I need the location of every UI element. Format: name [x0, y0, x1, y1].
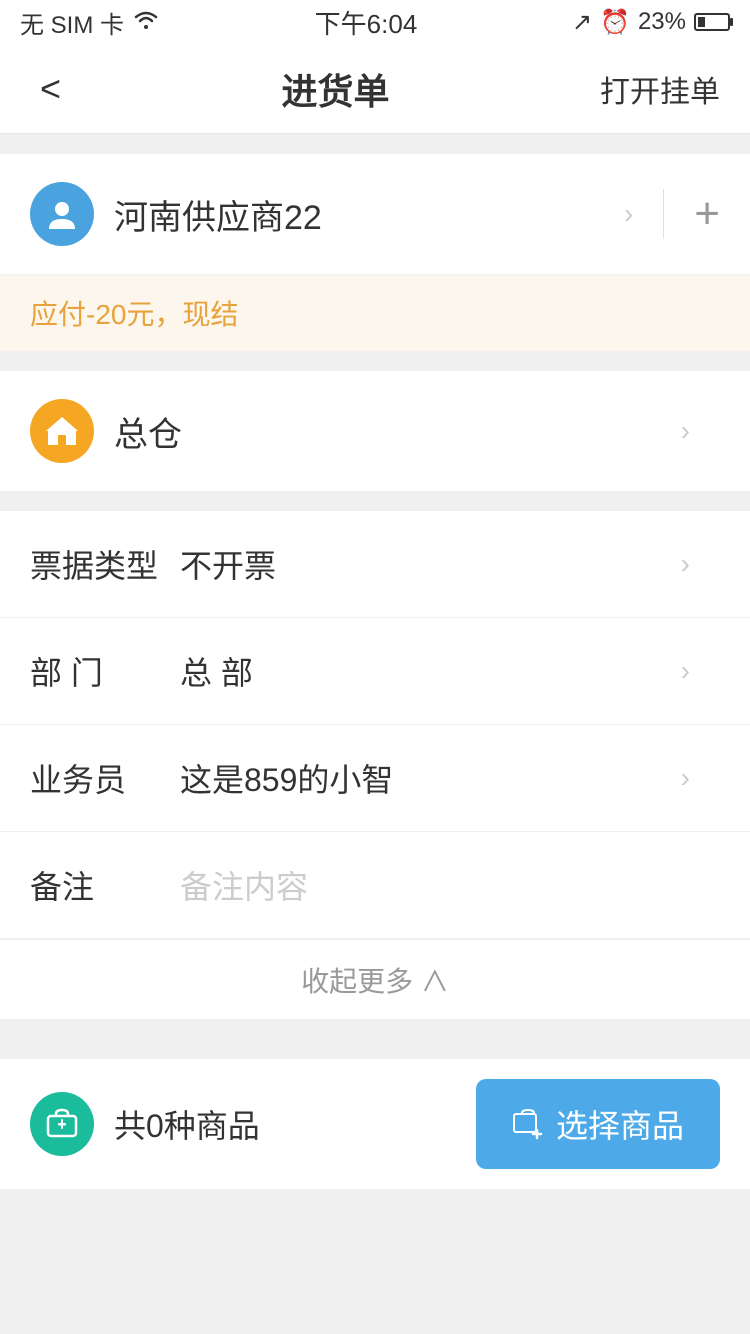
alarm-icon: ⏰ — [600, 8, 630, 37]
nav-bar: < 进货单 打开挂单 — [0, 44, 750, 134]
section-gap-4 — [0, 1019, 750, 1039]
form-value-remark[interactable]: 备注内容 — [160, 862, 720, 908]
warehouse-chevron-icon: › — [681, 415, 690, 447]
status-time: 下午6:04 — [315, 4, 418, 41]
product-icon — [30, 1092, 94, 1156]
form-row-ticket[interactable]: 票据类型 不开票 › — [0, 511, 750, 618]
section-gap-3 — [0, 491, 750, 511]
supplier-row[interactable]: 河南供应商22 › + — [0, 154, 750, 275]
form-row-dept[interactable]: 部 门 总 部 › — [0, 618, 750, 725]
back-button[interactable]: < — [30, 58, 71, 120]
ticket-chevron-icon: › — [681, 548, 690, 580]
form-label-salesperson: 业务员 — [30, 755, 160, 801]
battery-pct: 23% — [638, 8, 686, 36]
form-label-remark: 备注 — [30, 862, 160, 908]
battery-icon — [694, 13, 730, 31]
page-title: 进货单 — [282, 63, 390, 115]
bottom-bar: 共0种商品 选择商品 — [0, 1059, 750, 1189]
location-icon: ↗ — [572, 8, 592, 37]
form-value-ticket: 不开票 — [160, 541, 681, 587]
salesperson-chevron-icon: › — [681, 762, 690, 794]
form-row-salesperson[interactable]: 业务员 这是859的小智 › — [0, 725, 750, 832]
status-left: 无 SIM 卡 — [20, 5, 160, 40]
notice-bar: 应付-20元，现结 — [0, 275, 750, 351]
warehouse-card[interactable]: 总仓 › — [0, 371, 750, 491]
warehouse-name: 总仓 — [114, 407, 681, 456]
collapse-label: 收起更多 ∧ — [301, 960, 449, 1000]
add-supplier-button[interactable]: + — [694, 192, 720, 236]
supplier-card: 河南供应商22 › + 应付-20元，现结 — [0, 154, 750, 351]
carrier-label: 无 SIM 卡 — [20, 5, 124, 40]
section-gap-2 — [0, 351, 750, 371]
wifi-icon — [132, 8, 160, 36]
dept-chevron-icon: › — [681, 655, 690, 687]
product-count: 共0种商品 — [114, 1101, 476, 1147]
section-gap-1 — [0, 134, 750, 154]
select-product-label: 选择商品 — [556, 1101, 684, 1147]
notice-text: 应付-20元，现结 — [30, 299, 238, 330]
supplier-avatar — [30, 182, 94, 246]
main-content: 河南供应商22 › + 应付-20元，现结 总仓 › — [0, 134, 750, 1334]
supplier-divider — [663, 189, 664, 239]
warehouse-icon — [30, 399, 94, 463]
form-value-dept: 总 部 — [160, 648, 681, 694]
open-pending-button[interactable]: 打开挂单 — [600, 67, 720, 111]
warehouse-row[interactable]: 总仓 › — [0, 371, 750, 491]
supplier-name: 河南供应商22 — [114, 190, 624, 239]
status-right: ↗ ⏰ 23% — [572, 8, 730, 37]
form-section: 票据类型 不开票 › 部 门 总 部 › 业务员 这是859的小智 › 备注 备… — [0, 511, 750, 1019]
select-product-button[interactable]: 选择商品 — [476, 1079, 720, 1169]
collapse-button[interactable]: 收起更多 ∧ — [0, 939, 750, 1019]
supplier-chevron-icon: › — [624, 198, 633, 230]
form-label-ticket: 票据类型 — [30, 541, 160, 587]
form-label-dept: 部 门 — [30, 648, 160, 694]
form-row-remark[interactable]: 备注 备注内容 — [0, 832, 750, 939]
form-value-salesperson: 这是859的小智 — [160, 755, 681, 801]
status-bar: 无 SIM 卡 下午6:04 ↗ ⏰ 23% — [0, 0, 750, 44]
